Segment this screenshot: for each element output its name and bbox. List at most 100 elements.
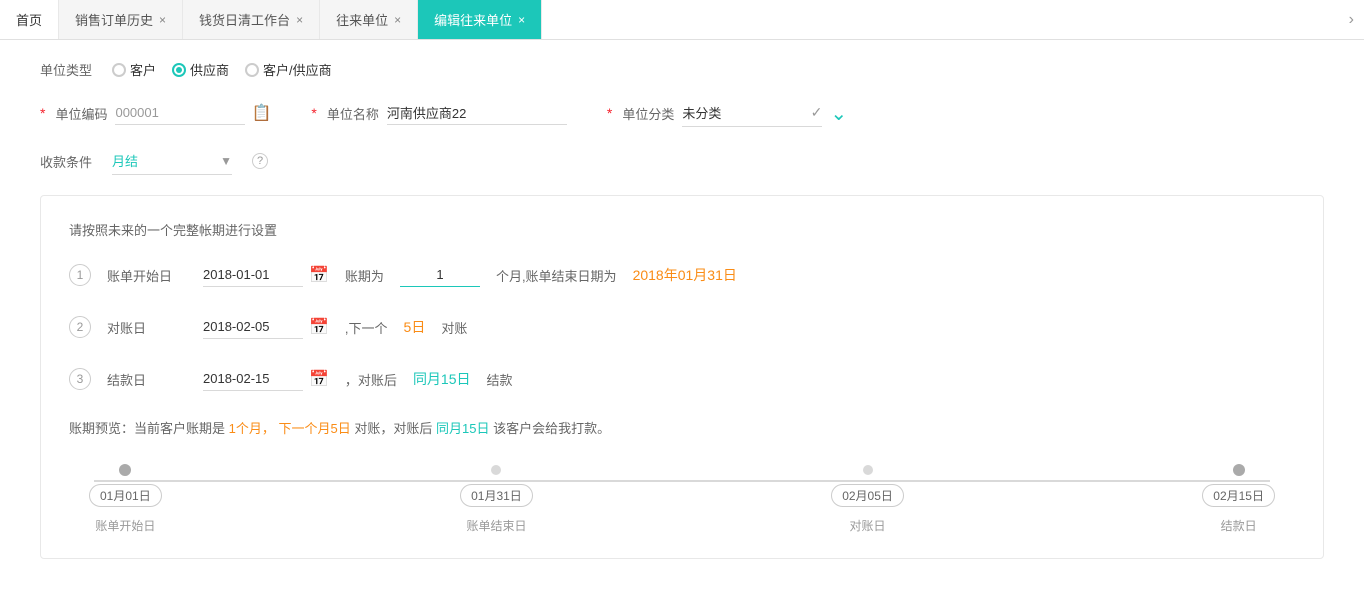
unit-code-label: 单位编码 xyxy=(55,104,107,123)
payment-terms-label: 收款条件 xyxy=(40,152,92,171)
unit-class-dropdown[interactable]: 未分类 ✓ xyxy=(682,99,822,127)
timeline-container: 01月01日 账单开始日 01月31日 账单结束日 02月05日 对账日 xyxy=(69,464,1295,534)
radio-supplier[interactable]: 供应商 xyxy=(172,60,229,79)
preview-label: 账期预览：当前客户账期是 xyxy=(69,421,225,436)
timeline-label-3: 对账日 xyxy=(850,517,886,534)
step-1-period-end-highlight: 2018年01月31日 xyxy=(633,265,737,285)
tab-partner-units-label: 往来单位 xyxy=(336,10,388,29)
step-2-suffix-text: ,下一个 xyxy=(345,318,388,337)
step-2-label: 对账日 xyxy=(107,318,187,337)
radio-supplier-label: 供应商 xyxy=(190,60,229,79)
unit-class-chevron-down-icon: ✓ xyxy=(811,104,823,121)
radio-customer-supplier-label: 客户/供应商 xyxy=(263,60,332,79)
payment-terms-row: 收款条件 月结 ▼ ? xyxy=(40,147,1324,175)
tab-cashflow-workbench[interactable]: 钱货日清工作台 × xyxy=(183,0,320,39)
unit-code-copy-icon[interactable]: 📋 xyxy=(251,103,271,123)
close-tab-partner-units-icon[interactable]: × xyxy=(394,13,401,27)
unit-name-required-star: * xyxy=(311,105,316,121)
timeline: 01月01日 账单开始日 01月31日 账单结束日 02月05日 对账日 xyxy=(89,464,1275,534)
tab-edit-partner-unit[interactable]: 编辑往来单位 × xyxy=(418,0,542,39)
main-content: 单位类型 客户 供应商 客户/供应商 * 单位编码 📋 xyxy=(0,40,1364,608)
radio-customer-circle xyxy=(112,63,126,77)
unit-name-label: 单位名称 xyxy=(327,104,379,123)
preview-part3: 对账，对账后 xyxy=(354,421,432,436)
unit-type-label: 单位类型 xyxy=(40,60,92,79)
step-1-calendar-icon[interactable]: 📅 xyxy=(309,265,329,285)
step-2-number: 2 xyxy=(69,316,91,338)
radio-customer[interactable]: 客户 xyxy=(112,60,156,79)
timeline-point-3: 02月05日 对账日 xyxy=(831,464,904,534)
step-3-suffix-end: 结款 xyxy=(487,370,513,389)
step-3-date-input[interactable] xyxy=(203,367,303,391)
unit-class-dropdown-arrow-icon[interactable]: ⌄ xyxy=(830,101,847,126)
payment-terms-value: 月结 xyxy=(112,151,216,170)
close-tab-edit-partner-unit-icon[interactable]: × xyxy=(518,13,525,27)
timeline-dot-4 xyxy=(1233,464,1245,476)
step-3-label: 结款日 xyxy=(107,370,187,389)
tab-sales-order-history-label: 销售订单历史 xyxy=(75,10,153,29)
preview-text-row: 账期预览：当前客户账期是 1个月， 下一个月5日 对账，对账后 同月15日 该客… xyxy=(69,419,1295,440)
step-2-suffix-highlight: 5日 xyxy=(404,317,426,337)
timeline-bubble-3: 02月05日 xyxy=(831,484,904,507)
step-3-row: 3 结款日 📅 ，对账后同月15日结款 xyxy=(69,367,1295,391)
timeline-label-4: 结款日 xyxy=(1221,517,1257,534)
unit-details-row: * 单位编码 📋 * 单位名称 * 单位分类 未分类 ✓ ⌄ xyxy=(40,99,1324,127)
timeline-dot-1 xyxy=(119,464,131,476)
timeline-bubble-2: 01月31日 xyxy=(460,484,533,507)
step-1-number: 1 xyxy=(69,264,91,286)
timeline-bubble-4: 02月15日 xyxy=(1202,484,1275,507)
unit-name-input[interactable] xyxy=(387,101,567,125)
tab-home[interactable]: 首页 xyxy=(0,0,59,39)
unit-code-field: 📋 xyxy=(115,101,271,125)
timeline-point-4: 02月15日 结款日 xyxy=(1202,464,1275,534)
preview-part2: 下一个月5日 xyxy=(279,421,351,436)
unit-class-required-star: * xyxy=(607,105,612,121)
timeline-dot-3 xyxy=(863,465,873,475)
step-1-date-field: 📅 xyxy=(203,263,329,287)
radio-customer-supplier[interactable]: 客户/供应商 xyxy=(245,60,332,79)
payment-terms-help-icon[interactable]: ? xyxy=(252,153,268,169)
timeline-label-1: 账单开始日 xyxy=(95,517,155,534)
step-1-date-input[interactable] xyxy=(203,263,303,287)
unit-type-row: 单位类型 客户 供应商 客户/供应商 xyxy=(40,60,1324,79)
tab-bar: 首页 销售订单历史 × 钱货日清工作台 × 往来单位 × 编辑往来单位 × › xyxy=(0,0,1364,40)
step-2-suffix-end: 对账 xyxy=(441,318,467,337)
tab-scroll-right-button[interactable]: › xyxy=(1339,0,1364,39)
step-3-suffix-highlight: 同月15日 xyxy=(413,369,471,389)
radio-customer-supplier-circle xyxy=(245,63,259,77)
timeline-point-2: 01月31日 账单结束日 xyxy=(460,464,533,534)
step-3-suffix-text: ，对账后 xyxy=(345,370,397,389)
timeline-dot-2 xyxy=(491,465,501,475)
radio-supplier-circle xyxy=(172,63,186,77)
step-1-suffix-text: 账期为 xyxy=(345,266,384,285)
step-3-number: 3 xyxy=(69,368,91,390)
preview-part5: 该客户会给我打款。 xyxy=(493,421,610,436)
billing-period-section: 请按照未来的一个完整帐期进行设置 1 账单开始日 📅 账期为 个月,账单结束日期… xyxy=(40,195,1324,559)
step-3-calendar-icon[interactable]: 📅 xyxy=(309,369,329,389)
step-2-date-input[interactable] xyxy=(203,315,303,339)
timeline-label-2: 账单结束日 xyxy=(466,517,526,534)
tab-partner-units[interactable]: 往来单位 × xyxy=(320,0,418,39)
step-1-row: 1 账单开始日 📅 账期为 个月,账单结束日期为 2018年01月31日 xyxy=(69,263,1295,287)
radio-customer-label: 客户 xyxy=(130,60,156,79)
step-3-date-field: 📅 xyxy=(203,367,329,391)
step-1-period-unit: 个月,账单结束日期为 xyxy=(496,266,617,285)
unit-code-required-star: * xyxy=(40,105,45,121)
close-tab-cashflow-workbench-icon[interactable]: × xyxy=(296,13,303,27)
step-1-period-input[interactable] xyxy=(400,263,480,287)
unit-class-value: 未分类 xyxy=(682,103,806,122)
timeline-point-1: 01月01日 账单开始日 xyxy=(89,464,162,534)
unit-code-input[interactable] xyxy=(115,101,245,125)
payment-terms-select[interactable]: 月结 ▼ xyxy=(112,147,232,175)
payment-terms-chevron-down-icon: ▼ xyxy=(220,154,232,168)
unit-class-label: 单位分类 xyxy=(622,104,674,123)
step-2-calendar-icon[interactable]: 📅 xyxy=(309,317,329,337)
close-tab-sales-order-history-icon[interactable]: × xyxy=(159,13,166,27)
step-1-label: 账单开始日 xyxy=(107,266,187,285)
preview-part1: 1个月， xyxy=(229,421,275,436)
preview-part4: 同月15日 xyxy=(436,421,489,436)
tab-cashflow-workbench-label: 钱货日清工作台 xyxy=(199,10,290,29)
tab-sales-order-history[interactable]: 销售订单历史 × xyxy=(59,0,183,39)
timeline-bubble-1: 01月01日 xyxy=(89,484,162,507)
tab-home-label: 首页 xyxy=(16,10,42,29)
